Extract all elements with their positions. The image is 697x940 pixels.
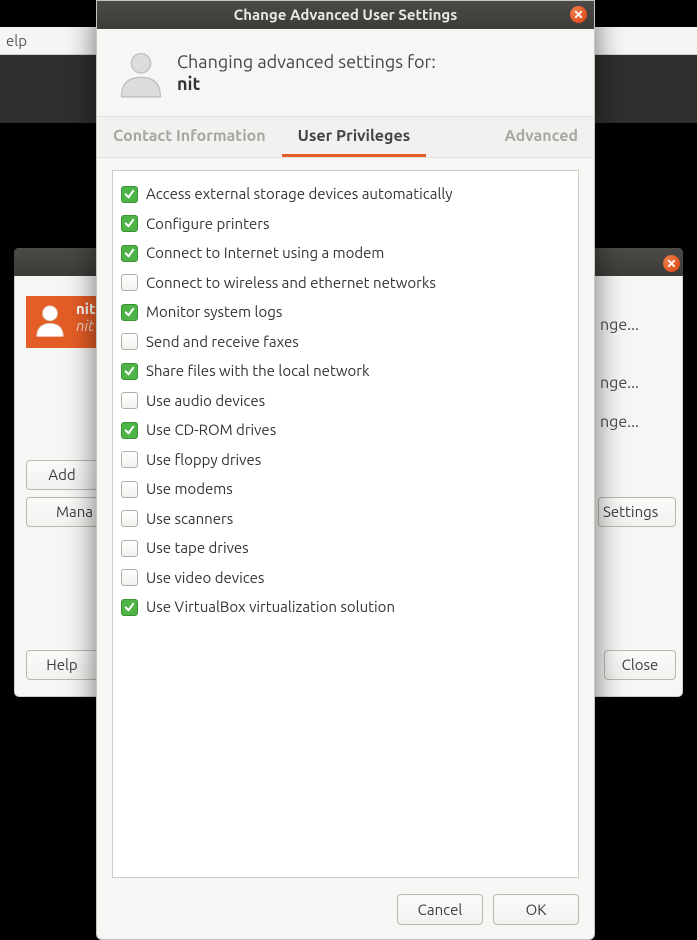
bg-help-menu-fragment[interactable]: elp (6, 32, 27, 49)
bg-manage-button[interactable]: Mana (26, 497, 98, 527)
checkbox-icon[interactable] (121, 599, 138, 616)
checkbox-icon[interactable] (121, 569, 138, 586)
checkbox-icon[interactable] (121, 186, 138, 203)
privilege-label: Use CD-ROM drives (146, 417, 276, 443)
privilege-label: Monitor system logs (146, 299, 282, 325)
privilege-row[interactable]: Use VirtualBox virtualization solution (119, 592, 572, 622)
checkbox-icon[interactable] (121, 392, 138, 409)
privilege-row[interactable]: Send and receive faxes (119, 327, 572, 357)
privilege-row[interactable]: Use tape drives (119, 533, 572, 563)
privilege-label: Send and receive faxes (146, 329, 299, 355)
privilege-row[interactable]: Use modems (119, 474, 572, 504)
privilege-row[interactable]: Access external storage devices automati… (119, 179, 572, 209)
checkbox-icon[interactable] (121, 274, 138, 291)
bg-help-button[interactable]: Help (26, 650, 98, 680)
privilege-label: Connect to Internet using a modem (146, 240, 384, 266)
checkbox-icon[interactable] (121, 510, 138, 527)
privilege-row[interactable]: Use video devices (119, 563, 572, 593)
tab-user-privileges[interactable]: User Privileges (282, 117, 427, 157)
checkbox-icon[interactable] (121, 215, 138, 232)
dialog-titlebar: Change Advanced User Settings (97, 1, 594, 29)
checkbox-icon[interactable] (121, 245, 138, 262)
privilege-row[interactable]: Configure printers (119, 209, 572, 239)
bg-settings-button[interactable]: Settings (598, 497, 676, 527)
privilege-row[interactable]: Use scanners (119, 504, 572, 534)
checkbox-icon[interactable] (121, 540, 138, 557)
privilege-label: Use video devices (146, 565, 264, 591)
advanced-settings-dialog: Change Advanced User Settings Changing a… (96, 0, 595, 940)
bg-change-link-3[interactable]: nge... (600, 413, 639, 431)
bg-close-icon[interactable] (663, 255, 680, 272)
checkbox-icon[interactable] (121, 363, 138, 380)
privilege-row[interactable]: Use floppy drives (119, 445, 572, 475)
privilege-row[interactable]: Monitor system logs (119, 297, 572, 327)
bg-avatar-icon (30, 300, 70, 340)
user-avatar-icon (115, 47, 167, 99)
checkbox-icon[interactable] (121, 333, 138, 350)
privilege-label: Share files with the local network (146, 358, 370, 384)
privilege-label: Access external storage devices automati… (146, 181, 453, 207)
checkbox-icon[interactable] (121, 451, 138, 468)
dialog-username: nit (177, 74, 436, 94)
dialog-actions: Cancel OK (97, 884, 594, 939)
privilege-label: Use VirtualBox virtualization solution (146, 594, 395, 620)
privilege-label: Use modems (146, 476, 233, 502)
bg-close-button[interactable]: Close (604, 650, 676, 680)
privilege-row[interactable]: Use audio devices (119, 386, 572, 416)
close-icon[interactable] (570, 6, 587, 23)
ok-button[interactable]: OK (493, 894, 579, 925)
privilege-row[interactable]: Connect to Internet using a modem (119, 238, 572, 268)
checkbox-icon[interactable] (121, 422, 138, 439)
checkbox-icon[interactable] (121, 481, 138, 498)
bg-add-button[interactable]: Add (26, 460, 98, 490)
dialog-subtitle: Changing advanced settings for: (177, 51, 436, 74)
privilege-label: Use tape drives (146, 535, 249, 561)
tab-advanced[interactable]: Advanced (488, 117, 594, 157)
bg-change-link-1[interactable]: nge... (600, 316, 639, 334)
bg-change-link-2[interactable]: nge... (600, 374, 639, 392)
privilege-label: Use scanners (146, 506, 233, 532)
checkbox-icon[interactable] (121, 304, 138, 321)
dialog-title: Change Advanced User Settings (234, 6, 458, 23)
privilege-label: Configure printers (146, 211, 269, 237)
privilege-row[interactable]: Use CD-ROM drives (119, 415, 572, 445)
privilege-label: Connect to wireless and ethernet network… (146, 270, 436, 296)
dialog-header: Changing advanced settings for: nit (97, 29, 594, 116)
cancel-button[interactable]: Cancel (397, 894, 483, 925)
tab-bar: Contact Information User Privileges Adva… (97, 116, 594, 158)
privilege-row[interactable]: Share files with the local network (119, 356, 572, 386)
tab-contact-information[interactable]: Contact Information (97, 117, 282, 157)
privilege-label: Use floppy drives (146, 447, 261, 473)
privilege-row[interactable]: Connect to wireless and ethernet network… (119, 268, 572, 298)
privileges-pane: Access external storage devices automati… (112, 170, 579, 878)
privilege-label: Use audio devices (146, 388, 265, 414)
